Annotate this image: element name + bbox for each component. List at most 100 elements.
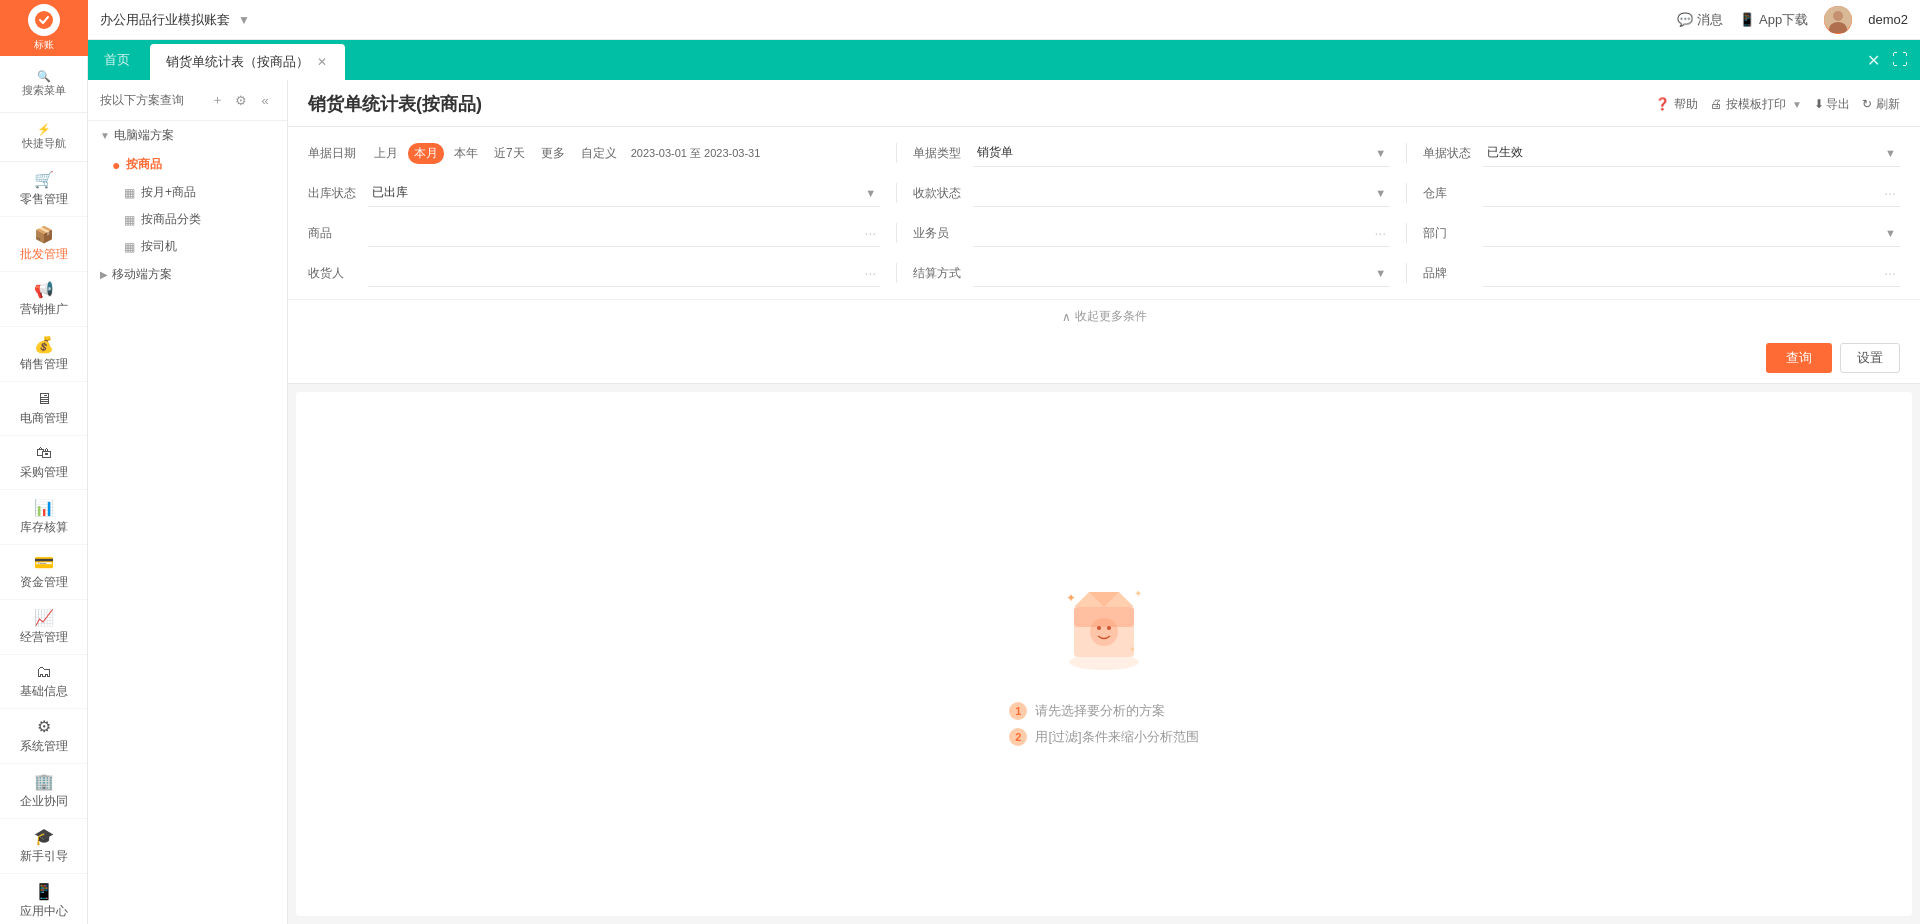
tabs-bar: 首页 销货单统计表（按商品） ✕ ✕ ⛶ xyxy=(88,40,1920,80)
sidebar-item-retail[interactable]: 🛒 零售管理 xyxy=(0,162,87,217)
recipient-dots-icon[interactable]: ··· xyxy=(865,265,877,281)
collapse-scheme-button[interactable]: « xyxy=(255,90,275,110)
quick-nav-icon: ⚡ xyxy=(37,123,51,136)
refresh-button[interactable]: ↻ 刷新 xyxy=(1862,96,1900,113)
settings-button[interactable]: 设置 xyxy=(1840,343,1900,373)
settlement-arrow-icon[interactable]: ▼ xyxy=(1375,267,1386,279)
scheme-group-pc-header[interactable]: ▼ 电脑端方案 xyxy=(88,121,287,150)
empty-hint-1: 1 请先选择要分析的方案 xyxy=(1009,702,1198,720)
query-button[interactable]: 查询 xyxy=(1766,343,1832,373)
recipient-control[interactable]: ··· xyxy=(368,259,880,287)
app-download-label: App下载 xyxy=(1759,11,1808,29)
print-button[interactable]: 🖨 按模板打印 ▼ xyxy=(1710,96,1802,113)
workspace-arrow-icon[interactable]: ▼ xyxy=(238,13,250,27)
sidebar-item-apps[interactable]: 📱 应用中心 xyxy=(0,874,87,924)
message-label: 消息 xyxy=(1697,11,1723,29)
scheme-item-by-product[interactable]: ● 按商品 xyxy=(88,150,287,179)
doc-type-arrow-icon[interactable]: ▼ xyxy=(1375,147,1386,159)
brand-dots-icon[interactable]: ··· xyxy=(1884,265,1896,281)
salesperson-dots-icon[interactable]: ··· xyxy=(1374,225,1386,241)
sidebar-item-newbie[interactable]: 🎓 新手引导 xyxy=(0,819,87,874)
collapse-bar[interactable]: ∧ 收起更多条件 xyxy=(288,299,1920,333)
sidebar-item-marketing[interactable]: 📢 营销推广 xyxy=(0,272,87,327)
sidebar-item-finance-label: 资金管理 xyxy=(20,574,68,591)
sidebar-item-basics[interactable]: 🗂 基础信息 xyxy=(0,655,87,709)
sidebar-item-enterprise[interactable]: 🏢 企业协同 xyxy=(0,764,87,819)
settlement-control[interactable]: ▼ xyxy=(973,259,1390,287)
export-label: 导出 xyxy=(1826,96,1850,113)
date-label: 单据日期 xyxy=(308,145,368,162)
svg-point-7 xyxy=(1090,618,1118,646)
newbie-icon: 🎓 xyxy=(34,827,54,846)
product-dots-icon[interactable]: ··· xyxy=(865,225,877,241)
salesperson-control[interactable]: ··· xyxy=(973,219,1390,247)
close-tab-button[interactable]: ✕ xyxy=(1863,47,1884,74)
date-pills: 上月 本月 本年 近7天 更多 自定义 xyxy=(368,143,623,164)
filter-doc-status: 单据状态 已生效 ▼ xyxy=(1423,139,1900,167)
product-control[interactable]: ··· xyxy=(368,219,880,247)
dept-control[interactable]: ▼ xyxy=(1483,219,1900,247)
tab-close-icon[interactable]: ✕ xyxy=(315,53,329,71)
by-category-icon: ▦ xyxy=(124,213,135,227)
sidebar-item-system[interactable]: ⚙ 系统管理 xyxy=(0,709,87,764)
scheme-group-mobile: ▶ 移动端方案 xyxy=(88,260,287,289)
tab-home[interactable]: 首页 xyxy=(88,40,146,80)
fullscreen-button[interactable]: ⛶ xyxy=(1888,47,1912,73)
dept-arrow-icon[interactable]: ▼ xyxy=(1885,227,1896,239)
brand-control[interactable]: ··· xyxy=(1483,259,1900,287)
scheme-item-by-category[interactable]: ▦ 按商品分类 xyxy=(88,206,287,233)
payment-arrow-icon[interactable]: ▼ xyxy=(1375,187,1386,199)
avatar-image xyxy=(1824,6,1852,34)
warehouse-dots-icon[interactable]: ··· xyxy=(1884,185,1896,201)
logo[interactable]: 标账 xyxy=(0,0,88,56)
date-range-value: 2023-03-01 至 2023-03-31 xyxy=(631,146,761,161)
doc-status-arrow-icon[interactable]: ▼ xyxy=(1885,147,1896,159)
out-status-control[interactable]: 已出库 ▼ xyxy=(368,179,880,207)
out-status-arrow-icon[interactable]: ▼ xyxy=(865,187,876,199)
date-pill-custom[interactable]: 自定义 xyxy=(575,143,623,164)
settings-scheme-button[interactable]: ⚙ xyxy=(231,90,251,110)
payment-control[interactable]: ▼ xyxy=(973,179,1390,207)
export-button[interactable]: ⬇ 导出 xyxy=(1814,96,1850,113)
mobile-group-label: 移动端方案 xyxy=(112,266,172,283)
by-product-icon: ● xyxy=(112,157,120,173)
scheme-item-by-driver[interactable]: ▦ 按司机 xyxy=(88,233,287,260)
date-pill-last-month[interactable]: 上月 xyxy=(368,143,404,164)
sidebar-item-sales[interactable]: 💰 销售管理 xyxy=(0,327,87,382)
date-pill-this-year[interactable]: 本年 xyxy=(448,143,484,164)
scheme-group-pc: ▼ 电脑端方案 ● 按商品 ▦ 按月+商品 ▦ 按商品分类 ▦ 按司机 xyxy=(88,121,287,260)
filter-row-1: 单据日期 上月 本月 本年 近7天 更多 自定义 2023-03-01 至 20… xyxy=(308,139,1900,167)
collapse-label: 收起更多条件 xyxy=(1075,308,1147,325)
help-button[interactable]: ❓ 帮助 xyxy=(1655,96,1698,113)
by-driver-label: 按司机 xyxy=(141,238,177,255)
divider-3 xyxy=(896,183,897,203)
doc-status-control[interactable]: 已生效 ▼ xyxy=(1483,139,1900,167)
settlement-label: 结算方式 xyxy=(913,265,973,282)
sales-icon: 💰 xyxy=(34,335,54,354)
search-menu-button[interactable]: 🔍 搜索菜单 xyxy=(0,64,87,104)
message-button[interactable]: 💬 消息 xyxy=(1677,11,1723,29)
refresh-icon: ↻ xyxy=(1862,97,1872,111)
quick-nav-button[interactable]: ⚡ 快捷导航 xyxy=(0,117,87,157)
scheme-item-by-month-product[interactable]: ▦ 按月+商品 xyxy=(88,179,287,206)
sidebar-item-ecommerce[interactable]: 🖥 电商管理 xyxy=(0,382,87,436)
add-scheme-button[interactable]: ＋ xyxy=(207,90,227,110)
svg-text:✦: ✦ xyxy=(1134,588,1142,599)
user-avatar[interactable] xyxy=(1824,6,1852,34)
scheme-group-mobile-header[interactable]: ▶ 移动端方案 xyxy=(88,260,287,289)
by-product-label: 按商品 xyxy=(126,156,162,173)
warehouse-control[interactable]: ··· xyxy=(1483,179,1900,207)
topbar: 办公用品行业模拟账套 ▼ 💬 消息 📱 App下载 xyxy=(88,0,1920,40)
date-pill-more[interactable]: 更多 xyxy=(535,143,571,164)
doc-type-control[interactable]: 销货单 ▼ xyxy=(973,139,1390,167)
sidebar-item-operations[interactable]: 📈 经营管理 xyxy=(0,600,87,655)
sidebar-item-wholesale[interactable]: 📦 批发管理 xyxy=(0,217,87,272)
tab-sales-stat-label: 销货单统计表（按商品） xyxy=(166,53,309,71)
app-download-button[interactable]: 📱 App下载 xyxy=(1739,11,1808,29)
sidebar-item-inventory[interactable]: 📊 库存核算 xyxy=(0,490,87,545)
tab-sales-stat[interactable]: 销货单统计表（按商品） ✕ xyxy=(150,44,345,80)
date-pill-7days[interactable]: 近7天 xyxy=(488,143,531,164)
sidebar-item-purchase[interactable]: 🛍 采购管理 xyxy=(0,436,87,490)
date-pill-this-month[interactable]: 本月 xyxy=(408,143,444,164)
sidebar-item-finance[interactable]: 💳 资金管理 xyxy=(0,545,87,600)
